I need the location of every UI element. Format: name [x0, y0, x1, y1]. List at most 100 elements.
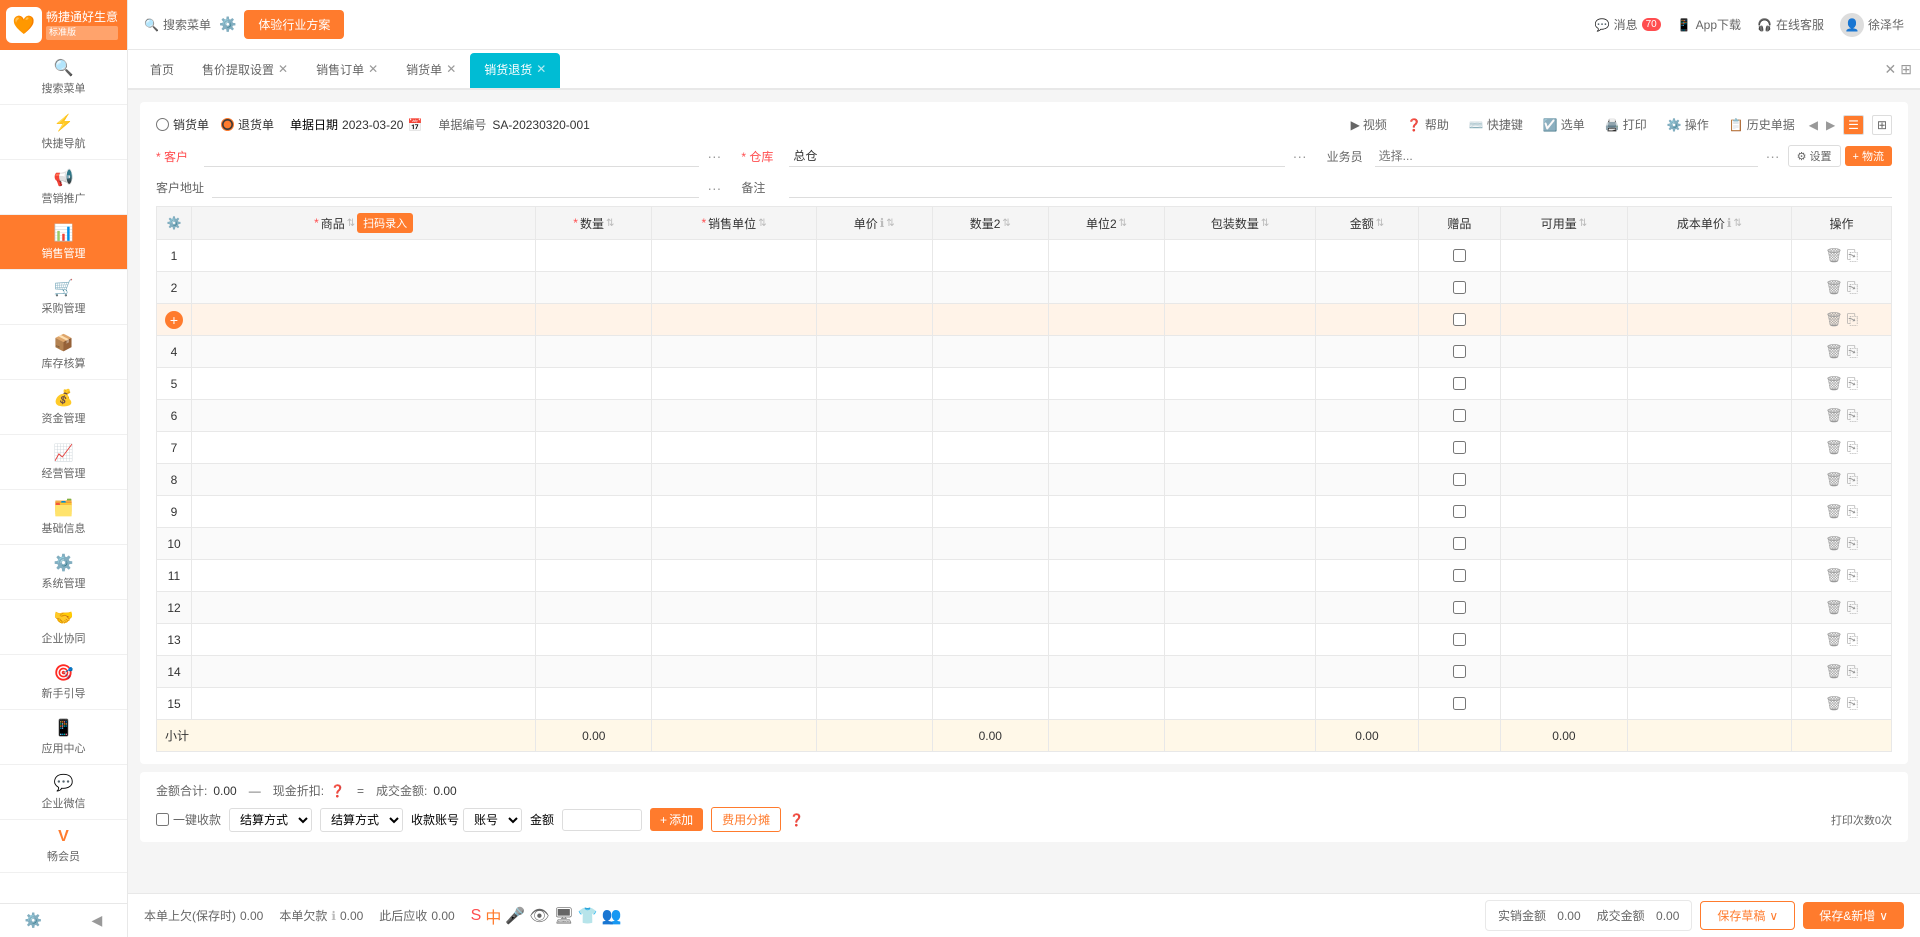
copy-icon[interactable]: ⎘	[1847, 535, 1858, 552]
calendar-icon[interactable]: 📅	[407, 118, 422, 132]
scan-btn[interactable]: 扫码录入	[357, 213, 413, 233]
delete-icon[interactable]: 🗑	[1825, 631, 1843, 648]
unit2-cell-1[interactable]	[1048, 240, 1164, 272]
th-gear[interactable]: ⚙️	[157, 207, 192, 240]
s-icon-2[interactable]: 中	[485, 904, 501, 928]
close-all-btn[interactable]: ✕	[1885, 61, 1897, 78]
sidebar-collapse-btn[interactable]: ◀	[92, 912, 103, 929]
salesperson-input[interactable]	[1375, 146, 1758, 167]
amount-cell-1[interactable]	[1316, 240, 1419, 272]
gift-check[interactable]	[1453, 441, 1466, 454]
gift-check[interactable]	[1453, 505, 1466, 518]
customer-more-icon[interactable]: ···	[707, 148, 721, 164]
s-icon-1[interactable]: S	[471, 907, 482, 925]
delete-icon[interactable]: 🗑	[1825, 695, 1843, 712]
user-profile-btn[interactable]: 👤 徐泽华	[1840, 13, 1904, 37]
video-btn[interactable]: ▶ 视频	[1345, 114, 1393, 135]
topbar-gear-icon[interactable]: ⚙️	[219, 16, 236, 33]
save-draft-btn[interactable]: 保存草稿 ∨	[1700, 901, 1795, 930]
sidebar-item-newguide[interactable]: 🎯 新手引导	[0, 655, 127, 710]
unit-cell-1[interactable]	[652, 240, 816, 272]
sidebar-item-search[interactable]: 🔍 搜索菜单	[0, 50, 127, 105]
sidebar-settings-btn[interactable]: ⚙️	[25, 912, 42, 929]
sort-icon-qty[interactable]: ⇅	[606, 218, 614, 229]
gift-check[interactable]	[1453, 569, 1466, 582]
qty2-cell-1[interactable]	[932, 240, 1048, 272]
amount-cell-3[interactable]	[1316, 304, 1419, 336]
gift-check[interactable]	[1453, 473, 1466, 486]
copy-icon-3[interactable]: ⎘	[1847, 311, 1858, 328]
sort-icon-cost[interactable]: ⇅	[1733, 218, 1741, 229]
warehouse-input[interactable]	[789, 146, 1284, 167]
price-cell-1[interactable]	[816, 240, 932, 272]
operate-btn[interactable]: ⚙️ 操作	[1661, 114, 1715, 135]
delete-icon[interactable]: 🗑	[1825, 663, 1843, 680]
tab-sales-return[interactable]: 销货退货 ✕	[470, 53, 560, 88]
copy-icon[interactable]: ⎘	[1847, 407, 1858, 424]
gift-check[interactable]	[1453, 345, 1466, 358]
sidebar-item-quicknav[interactable]: ⚡ 快捷导航	[0, 105, 127, 160]
sort-icon-amount[interactable]: ⇅	[1376, 218, 1384, 229]
unit-cell-2[interactable]	[652, 272, 816, 304]
history-btn[interactable]: 📋 历史单据	[1723, 114, 1801, 135]
add-item-btn[interactable]: + 添加	[650, 808, 703, 831]
account-select[interactable]: 账号	[463, 808, 522, 832]
add-row-btn[interactable]: +	[165, 311, 183, 329]
delete-icon-3[interactable]: 🗑	[1825, 311, 1843, 328]
delete-icon[interactable]: 🗑	[1825, 471, 1843, 488]
product-cell-3[interactable]	[192, 304, 536, 336]
pack-cell-2[interactable]	[1165, 272, 1316, 304]
delete-icon[interactable]: 🗑	[1825, 375, 1843, 392]
sidebar-item-cooperation[interactable]: 🤝 企业协同	[0, 600, 127, 655]
cost-help-icon[interactable]: ℹ	[1727, 216, 1732, 230]
sidebar-item-appcenter[interactable]: 📱 应用中心	[0, 710, 127, 765]
price-cell-2[interactable]	[816, 272, 932, 304]
radio-return-input[interactable]	[221, 118, 234, 131]
available-cell-1[interactable]	[1500, 240, 1627, 272]
qty-cell-1[interactable]	[536, 240, 652, 272]
radio-sale[interactable]: 销货单	[156, 116, 209, 133]
sidebar-item-marketing[interactable]: 📢 营销推广	[0, 160, 127, 215]
app-download-btn[interactable]: 📱 App下载	[1677, 16, 1741, 33]
gift-check[interactable]	[1453, 697, 1466, 710]
one-key-checkbox[interactable]	[156, 813, 169, 826]
pack-cell-1[interactable]	[1165, 240, 1316, 272]
save-new-btn[interactable]: 保存&新增 ∨	[1803, 902, 1904, 929]
tab-sales-return-close[interactable]: ✕	[536, 62, 546, 76]
tab-sales-order-close[interactable]: ✕	[368, 62, 378, 76]
discount-help-icon[interactable]: ❓	[330, 784, 345, 798]
camera-icon[interactable]: 👁	[529, 906, 549, 926]
sort-icon-qty2[interactable]: ⇅	[1002, 218, 1010, 229]
unit2-cell-2[interactable]	[1048, 272, 1164, 304]
sidebar-item-finance[interactable]: 💰 资金管理	[0, 380, 127, 435]
sidebar-item-member[interactable]: V 畅会员	[0, 820, 127, 873]
qty-cell-3[interactable]	[536, 304, 652, 336]
nav-next-btn[interactable]: ▶	[1826, 118, 1835, 132]
price-cell-3[interactable]	[816, 304, 932, 336]
select-btn[interactable]: ☑️ 选单	[1537, 114, 1591, 135]
sort-icon-unit2[interactable]: ⇅	[1119, 218, 1127, 229]
delete-icon[interactable]: 🗑	[1825, 439, 1843, 456]
copy-icon[interactable]: ⎘	[1847, 663, 1858, 680]
delete-icon[interactable]: 🗑	[1825, 567, 1843, 584]
sidebar-item-basic[interactable]: 🗂️ 基础信息	[0, 490, 127, 545]
sort-icon-pack[interactable]: ⇅	[1261, 218, 1269, 229]
one-key-payment-check[interactable]: 一键收款	[156, 811, 221, 828]
online-service-btn[interactable]: 🎧 在线客服	[1757, 16, 1824, 33]
help-btn[interactable]: ❓ 帮助	[1401, 114, 1455, 135]
shirt-icon[interactable]: 👕	[578, 906, 598, 926]
product-cell-1[interactable]	[192, 240, 536, 272]
copy-icon-2[interactable]: ⎘	[1847, 279, 1858, 296]
tab-sales-order[interactable]: 销售订单 ✕	[302, 53, 392, 88]
copy-icon[interactable]: ⎘	[1847, 599, 1858, 616]
available-cell-2[interactable]	[1500, 272, 1627, 304]
experience-btn[interactable]: 体验行业方案	[244, 10, 344, 39]
delete-icon[interactable]: 🗑	[1825, 407, 1843, 424]
gear-icon[interactable]: ⚙️	[167, 216, 182, 230]
copy-icon[interactable]: ⎘	[1847, 567, 1858, 584]
radio-return[interactable]: 退货单	[221, 116, 274, 133]
sidebar-item-system[interactable]: ⚙️ 系统管理	[0, 545, 127, 600]
pack-cell-3[interactable]	[1165, 304, 1316, 336]
cost-price-cell-2[interactable]	[1627, 272, 1791, 304]
mic-icon[interactable]: 🎤	[505, 906, 525, 926]
